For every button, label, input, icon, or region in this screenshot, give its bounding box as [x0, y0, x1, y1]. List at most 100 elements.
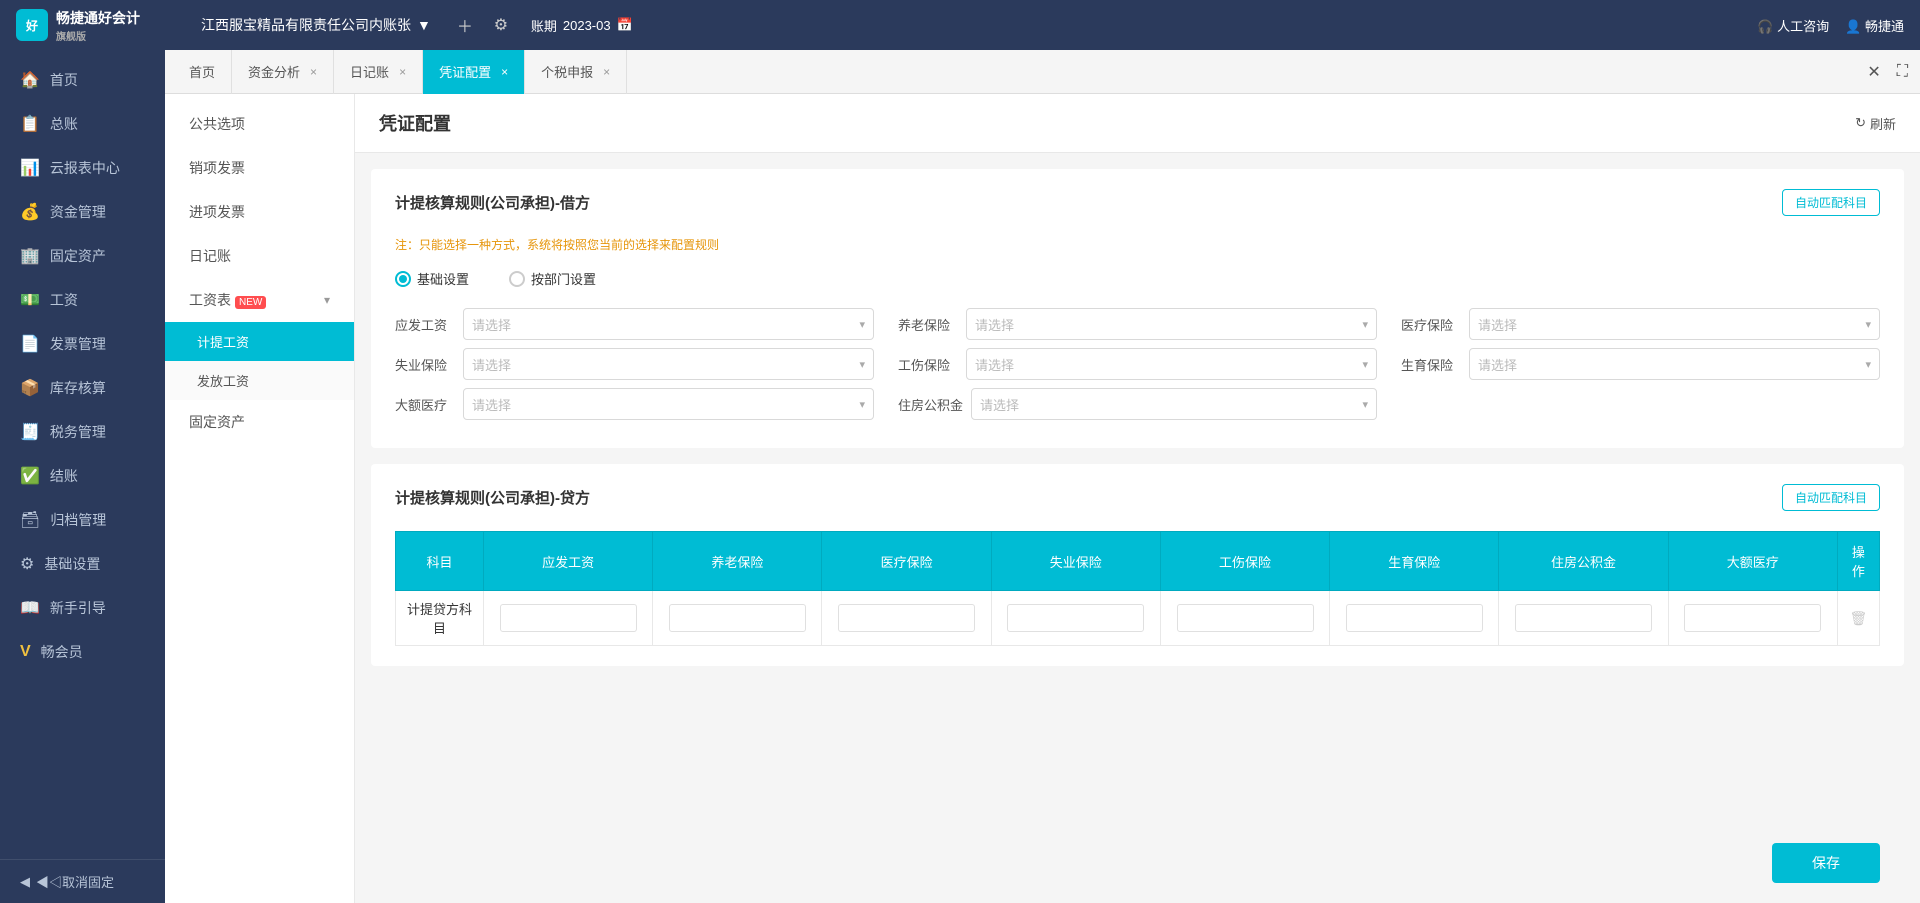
sidebar-item-archive[interactable]: 🗃 归档管理 [0, 498, 165, 542]
select-ylbx2[interactable]: 请选择 ▾ [1469, 308, 1880, 340]
tab-tax-label: 个税申报 [541, 62, 593, 81]
td-sybx[interactable] [991, 591, 1160, 646]
input-deyiliao[interactable] [1684, 604, 1821, 632]
cancel-fixed-btn[interactable]: ◀ ◀◁取消固定 [0, 859, 165, 903]
td-action: 🗑 [1837, 591, 1879, 646]
td-zhufang[interactable] [1499, 591, 1668, 646]
td-ylbx[interactable] [653, 591, 822, 646]
left-nav-sales-invoice[interactable]: 销项发票 [165, 146, 354, 190]
select-yfgz[interactable]: 请选择 ▾ [463, 308, 874, 340]
field-gsbx: 工伤保险 请选择 ▾ [898, 348, 1377, 380]
tab-tax-report[interactable]: 个税申报 × [525, 50, 627, 94]
debit-auto-match-btn[interactable]: 自动匹配科目 [1782, 189, 1880, 216]
add-icon[interactable]: ＋ [451, 11, 479, 39]
tab-home[interactable]: 首页 [173, 50, 232, 94]
sidebar-item-invoice[interactable]: 📄 发票管理 [0, 322, 165, 366]
credit-title: 计提核算规则(公司承担)-贷方 [395, 487, 590, 508]
th-gsbx: 工伤保险 [1160, 532, 1329, 591]
sidebar-item-close[interactable]: ✅ 结账 [0, 454, 165, 498]
td-gsbx[interactable] [1160, 591, 1329, 646]
left-nav-public[interactable]: 公共选项 [165, 102, 354, 146]
th-yfgz: 应发工资 [483, 532, 652, 591]
td-yfgz[interactable] [483, 591, 652, 646]
sidebar-item-tax[interactable]: 🧾 税务管理 [0, 410, 165, 454]
radio-dept-label: 按部门设置 [531, 269, 596, 288]
support-btn[interactable]: 🎧 人工咨询 [1757, 16, 1829, 35]
tax-icon: 🧾 [20, 422, 40, 442]
field-sybx2: 生育保险 请选择 ▾ [1401, 348, 1880, 380]
th-deyiliao: 大额医疗 [1668, 532, 1837, 591]
salary-icon: 💵 [20, 290, 40, 310]
input-zhufang[interactable] [1515, 604, 1652, 632]
period-value: 2023-03 [563, 18, 611, 33]
select-ylbx2-chevron: ▾ [1865, 318, 1871, 331]
sidebar-item-vip[interactable]: V 畅会员 [0, 630, 165, 674]
refresh-btn[interactable]: ↻ 刷新 [1855, 114, 1896, 133]
sidebar-item-assets[interactable]: 🏢 固定资产 [0, 234, 165, 278]
input-sybx[interactable] [1007, 604, 1144, 632]
sidebar-item-inventory[interactable]: 📦 库存核算 [0, 366, 165, 410]
left-nav-accrue-salary[interactable]: 计提工资 [165, 322, 354, 361]
headset-icon: 🎧 [1757, 19, 1773, 34]
radio-basic-circle [395, 271, 411, 287]
tab-journal[interactable]: 日记账 × [334, 50, 423, 94]
tab-voucher-config[interactable]: 凭证配置 × [423, 50, 525, 94]
sidebar: 🏠 首页 📋 总账 📊 云报表中心 💰 资金管理 🏢 固定资产 💵 工资 📄 发… [0, 50, 165, 903]
input-gsbx[interactable] [1177, 604, 1314, 632]
td-sybx2[interactable] [1330, 591, 1499, 646]
calendar-icon: 📅 [617, 17, 633, 33]
label-yfgz: 应发工资 [395, 315, 455, 334]
left-nav-purchase-invoice[interactable]: 进项发票 [165, 190, 354, 234]
select-sybx2[interactable]: 请选择 ▾ [1469, 348, 1880, 380]
input-ylbx[interactable] [669, 604, 806, 632]
td-ylbx2[interactable] [822, 591, 991, 646]
tab-tax-close[interactable]: × [603, 65, 610, 79]
settings-icon[interactable]: ⚙ [487, 11, 515, 39]
select-sybx[interactable]: 请选择 ▾ [463, 348, 874, 380]
content-area: 首页 资金分析 × 日记账 × 凭证配置 × 个税申报 × ✕ ⛶ [165, 50, 1920, 903]
archive-icon: 🗃 [20, 510, 40, 530]
sidebar-item-settings[interactable]: ⚙ 基础设置 [0, 542, 165, 586]
tab-journal-close[interactable]: × [399, 65, 406, 79]
left-nav-fixed-assets[interactable]: 固定资产 [165, 400, 354, 444]
select-deyiliao[interactable]: 请选择 ▾ [463, 388, 874, 420]
select-gsbx[interactable]: 请选择 ▾ [966, 348, 1377, 380]
salary-submenu: 计提工资 发放工资 [165, 322, 354, 400]
debit-note: 注：只能选择一种方式，系统将按照您当前的选择来配置规则 [395, 236, 1880, 253]
expand-window-btn[interactable]: ⛶ [1893, 59, 1912, 85]
page-content: 公共选项 销项发票 进项发票 日记账 工资表NEW ▾ 计提工资 发放工资 [165, 94, 1920, 903]
user-btn[interactable]: 👤 畅捷通 [1845, 16, 1904, 35]
debit-form-row1: 应发工资 请选择 ▾ 养老保险 请选择 ▾ [395, 308, 1880, 340]
tab-funds-analysis[interactable]: 资金分析 × [232, 50, 334, 94]
select-ylbx[interactable]: 请选择 ▾ [966, 308, 1377, 340]
delete-row-btn[interactable]: 🗑 [1850, 610, 1868, 626]
close-window-btn[interactable]: ✕ [1863, 58, 1884, 86]
left-nav-salary-header[interactable]: 工资表NEW ▾ [165, 278, 354, 322]
select-sybx2-chevron: ▾ [1865, 358, 1871, 371]
credit-auto-match-btn[interactable]: 自动匹配科目 [1782, 484, 1880, 511]
radio-basic[interactable]: 基础设置 [395, 269, 469, 288]
company-selector[interactable]: 江西服宝精品有限责任公司内账张 ▼ [201, 15, 431, 35]
sidebar-item-salary[interactable]: 💵 工资 [0, 278, 165, 322]
input-ylbx2[interactable] [838, 604, 975, 632]
main-panel: 凭证配置 ↻ 刷新 计提核算规则(公司承担)-借方 自动匹配科目 注：只能选择一… [355, 94, 1920, 903]
sidebar-item-funds[interactable]: 💰 资金管理 [0, 190, 165, 234]
select-yfgz-chevron: ▾ [859, 318, 865, 331]
left-nav-journal[interactable]: 日记账 [165, 234, 354, 278]
sidebar-item-home[interactable]: 🏠 首页 [0, 58, 165, 102]
tab-voucher-close[interactable]: × [501, 65, 508, 79]
select-zhufang[interactable]: 请选择 ▾ [971, 388, 1377, 420]
left-nav-pay-salary[interactable]: 发放工资 [165, 361, 354, 400]
td-deyiliao[interactable] [1668, 591, 1837, 646]
sidebar-item-ledger[interactable]: 📋 总账 [0, 102, 165, 146]
input-sybx2[interactable] [1346, 604, 1483, 632]
sidebar-item-guide[interactable]: 📖 新手引导 [0, 586, 165, 630]
field-yfgz: 应发工资 请选择 ▾ [395, 308, 874, 340]
left-nav-salary-group: 工资表NEW ▾ 计提工资 发放工资 [165, 278, 354, 400]
radio-dept[interactable]: 按部门设置 [509, 269, 596, 288]
save-button[interactable]: 保存 [1772, 843, 1880, 883]
tab-funds-close[interactable]: × [310, 65, 317, 79]
sidebar-item-reports[interactable]: 📊 云报表中心 [0, 146, 165, 190]
input-yfgz[interactable] [500, 604, 637, 632]
period-selector[interactable]: 账期 2023-03 📅 [531, 16, 633, 35]
